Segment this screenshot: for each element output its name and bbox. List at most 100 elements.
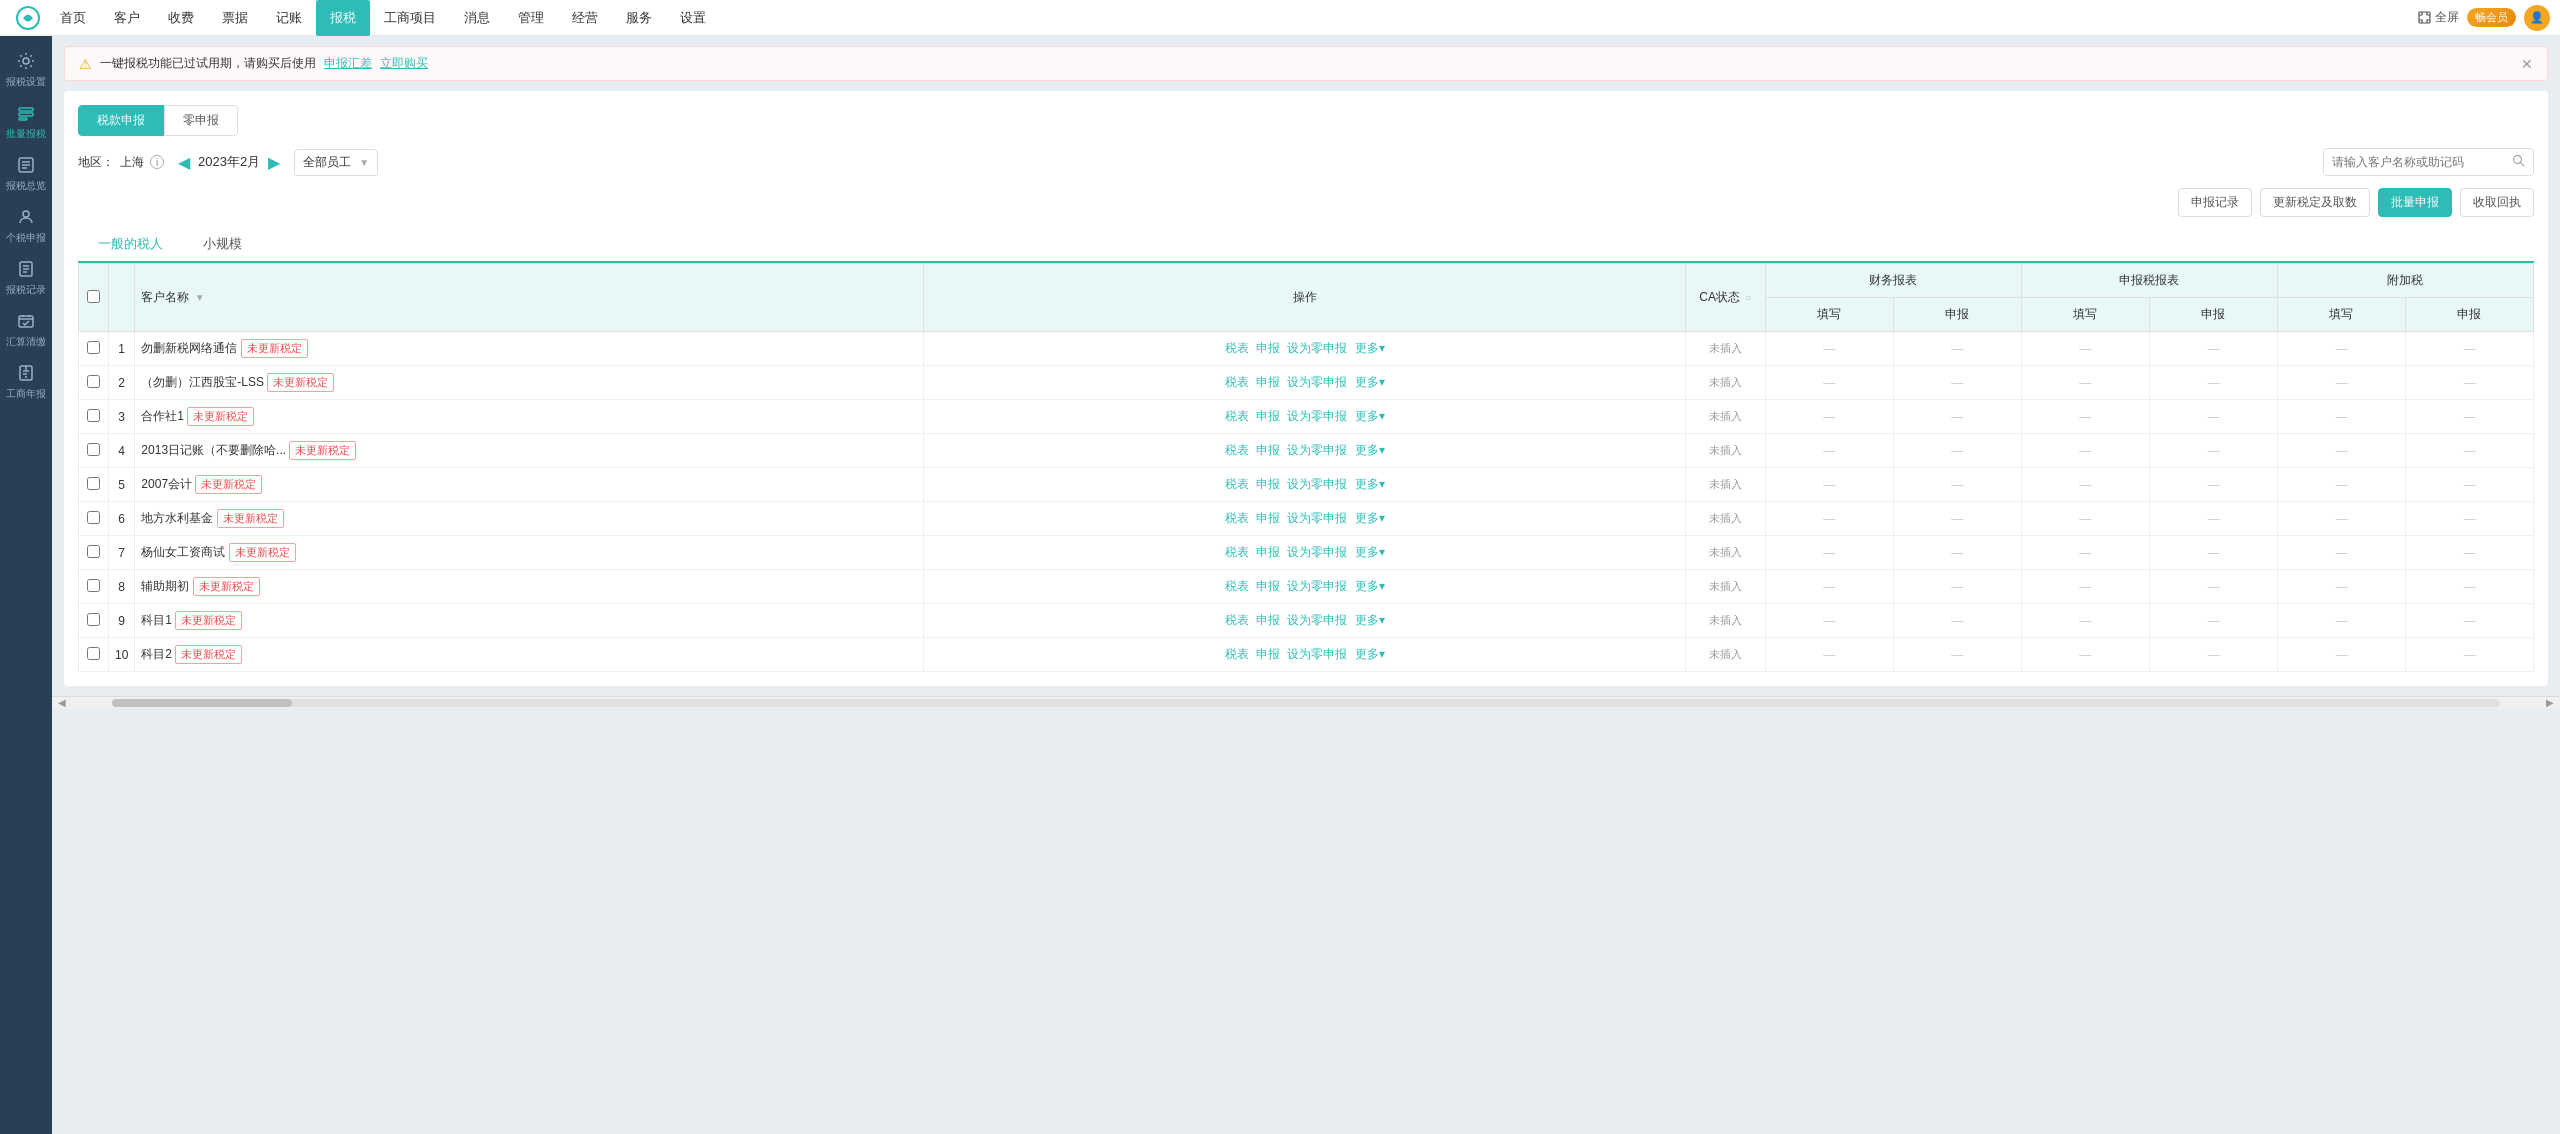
op-more-1[interactable]: 更多▾ [1355,341,1385,355]
nav-item-服务[interactable]: 服务 [612,0,666,36]
op-declare-2[interactable]: 申报 [1256,375,1280,389]
op-more-10[interactable]: 更多▾ [1355,647,1385,661]
op-declare-7[interactable]: 申报 [1256,545,1280,559]
status-tag-10: 未更新税定 [175,645,242,664]
op-declare-8[interactable]: 申报 [1256,579,1280,593]
add-declare-9: — [2405,604,2533,638]
staff-select[interactable]: 全部员工 ▼ [294,149,378,176]
row-checkbox-8[interactable] [87,579,100,592]
row-checkbox-1[interactable] [87,341,100,354]
horizontal-scrollbar[interactable]: ◀ ▶ [52,696,2560,708]
row-checkbox-7[interactable] [87,545,100,558]
banner-link-buy[interactable]: 立即购买 [380,55,428,72]
row-checkbox-10[interactable] [87,647,100,660]
row-checkbox-6[interactable] [87,511,100,524]
nav-item-报税[interactable]: 报税 [316,0,370,36]
nav-item-管理[interactable]: 管理 [504,0,558,36]
member-btn[interactable]: 畅会员 [2467,8,2516,27]
op-declare-1[interactable]: 申报 [1256,341,1280,355]
banner-link-report[interactable]: 申报汇差 [324,55,372,72]
nav-item-工商项目[interactable]: 工商项目 [370,0,450,36]
nav-item-经营[interactable]: 经营 [558,0,612,36]
op-more-2[interactable]: 更多▾ [1355,375,1385,389]
row-checkbox-9[interactable] [87,613,100,626]
op-zerodeclare-1[interactable]: 设为零申报 [1287,341,1347,355]
nav-item-客户[interactable]: 客户 [100,0,154,36]
fullscreen-btn[interactable]: 全屏 [2418,9,2459,26]
op-more-5[interactable]: 更多▾ [1355,477,1385,491]
op-more-4[interactable]: 更多▾ [1355,443,1385,457]
declare-records-btn[interactable]: 申报记录 [2178,188,2252,217]
op-zerodeclare-4[interactable]: 设为零申报 [1287,443,1347,457]
op-taxform-8[interactable]: 税表 [1225,579,1249,593]
op-declare-6[interactable]: 申报 [1256,511,1280,525]
row-checkbox-5[interactable] [87,477,100,490]
get-receipt-btn[interactable]: 收取回执 [2460,188,2534,217]
op-taxform-9[interactable]: 税表 [1225,613,1249,627]
scroll-right-btn[interactable]: ▶ [2540,697,2560,708]
op-taxform-1[interactable]: 税表 [1225,341,1249,355]
search-box [2323,148,2534,176]
tab-small-scale[interactable]: 小规模 [183,227,262,263]
op-zerodeclare-3[interactable]: 设为零申报 [1287,409,1347,423]
op-declare-9[interactable]: 申报 [1256,613,1280,627]
op-taxform-6[interactable]: 税表 [1225,511,1249,525]
sidebar-item-settlement[interactable]: 汇算清缴 [0,304,52,356]
row-checkbox-4[interactable] [87,443,100,456]
region-info-icon[interactable]: i [150,155,164,169]
search-input[interactable] [2324,150,2504,174]
op-taxform-10[interactable]: 税表 [1225,647,1249,661]
op-declare-5[interactable]: 申报 [1256,477,1280,491]
sidebar-item-tax-records[interactable]: 报税记录 [0,252,52,304]
op-zerodeclare-5[interactable]: 设为零申报 [1287,477,1347,491]
nav-item-收费[interactable]: 收费 [154,0,208,36]
op-zerodeclare-8[interactable]: 设为零申报 [1287,579,1347,593]
op-taxform-3[interactable]: 税表 [1225,409,1249,423]
staff-label: 全部员工 [303,154,351,171]
op-declare-3[interactable]: 申报 [1256,409,1280,423]
op-more-3[interactable]: 更多▾ [1355,409,1385,423]
op-zerodeclare-6[interactable]: 设为零申报 [1287,511,1347,525]
op-zerodeclare-9[interactable]: 设为零申报 [1287,613,1347,627]
sidebar-item-personal-tax[interactable]: 个税申报 [0,200,52,252]
row-checkbox-2[interactable] [87,375,100,388]
nav-item-记账[interactable]: 记账 [262,0,316,36]
op-more-7[interactable]: 更多▾ [1355,545,1385,559]
sidebar-item-batch-tax[interactable]: 批量报税 [0,96,52,148]
sidebar-item-tax-settings[interactable]: 报税设置 [0,44,52,96]
select-all-checkbox[interactable] [87,290,100,303]
date-prev-btn[interactable]: ◀ [176,153,192,172]
tax-fill-1: — [2021,332,2149,366]
nav-item-首页[interactable]: 首页 [46,0,100,36]
op-taxform-7[interactable]: 税表 [1225,545,1249,559]
svg-point-11 [2514,156,2522,164]
op-more-6[interactable]: 更多▾ [1355,511,1385,525]
op-zerodeclare-2[interactable]: 设为零申报 [1287,375,1347,389]
tab-general-taxpayer[interactable]: 一般的税人 [78,227,183,263]
op-taxform-5[interactable]: 税表 [1225,477,1249,491]
nav-item-设置[interactable]: 设置 [666,0,720,36]
op-more-9[interactable]: 更多▾ [1355,613,1385,627]
tab-zero-declare[interactable]: 零申报 [164,105,238,136]
op-taxform-4[interactable]: 税表 [1225,443,1249,457]
sidebar-item-tax-overview[interactable]: 报税总览 [0,148,52,200]
avatar[interactable]: 👤 [2524,5,2550,31]
op-taxform-2[interactable]: 税表 [1225,375,1249,389]
op-declare-10[interactable]: 申报 [1256,647,1280,661]
tab-tax-declare[interactable]: 税款申报 [78,105,164,136]
scroll-left-btn[interactable]: ◀ [52,697,72,708]
nav-item-消息[interactable]: 消息 [450,0,504,36]
sidebar-item-annual-report[interactable]: 工商年报 [0,356,52,408]
op-declare-4[interactable]: 申报 [1256,443,1280,457]
batch-declare-btn[interactable]: 批量申报 [2378,188,2452,217]
row-checkbox-3[interactable] [87,409,100,422]
update-tax-btn[interactable]: 更新税定及取数 [2260,188,2370,217]
date-next-btn[interactable]: ▶ [266,153,282,172]
banner-close-btn[interactable]: ✕ [2521,56,2533,72]
nav-item-票据[interactable]: 票据 [208,0,262,36]
scroll-thumb[interactable] [112,699,292,707]
search-btn[interactable] [2504,149,2533,175]
op-zerodeclare-10[interactable]: 设为零申报 [1287,647,1347,661]
op-zerodeclare-7[interactable]: 设为零申报 [1287,545,1347,559]
op-more-8[interactable]: 更多▾ [1355,579,1385,593]
